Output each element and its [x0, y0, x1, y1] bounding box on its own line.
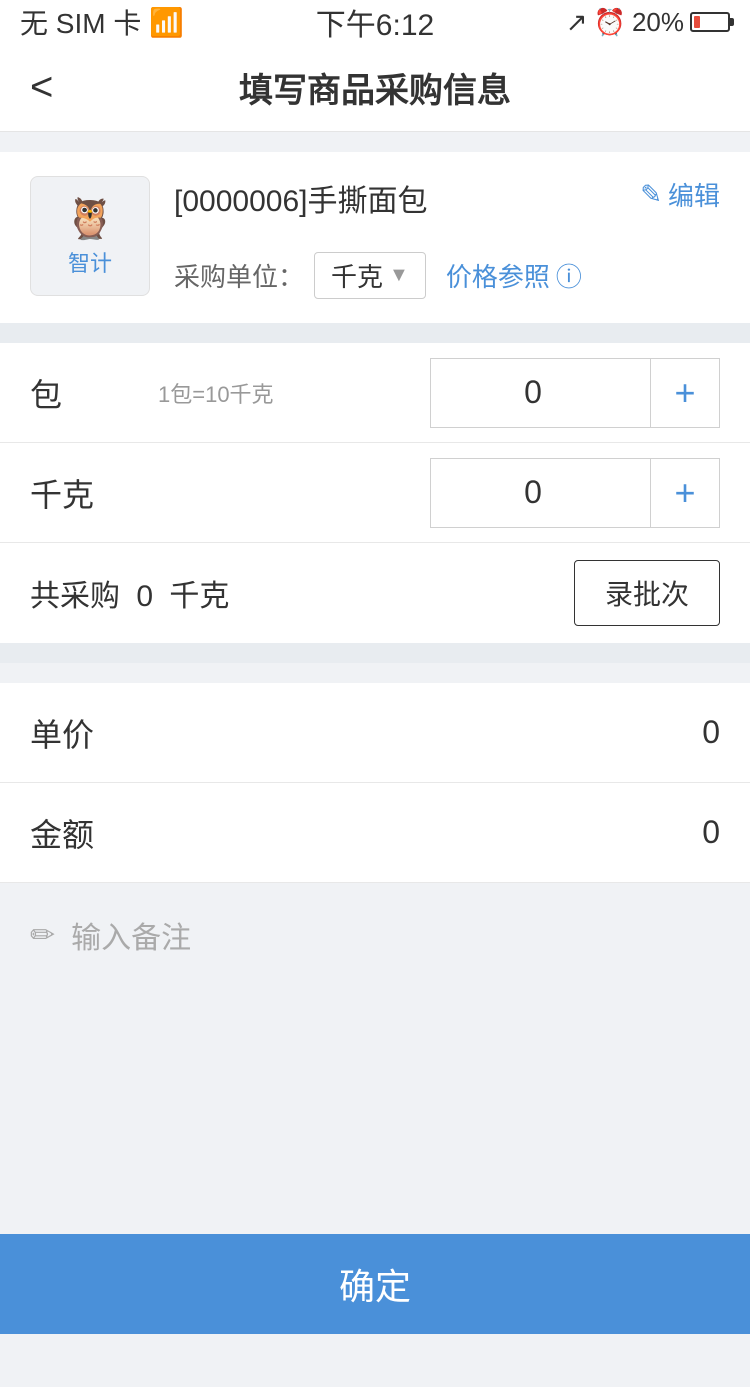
unit-selector[interactable]: 千克 ▼ — [314, 252, 426, 299]
kg-qty-wrap: + — [430, 458, 720, 528]
dropdown-arrow: ▼ — [389, 264, 409, 287]
unit-value: 千克 — [331, 257, 383, 294]
section-divider-2 — [0, 643, 750, 663]
unit-price-value: 0 — [702, 714, 720, 751]
kg-qty-input[interactable] — [430, 458, 650, 528]
edit-icon: ✎ — [640, 179, 662, 210]
notes-section[interactable]: ✏ 输入备注 — [0, 883, 750, 987]
status-left: 无 SIM 卡 📶 — [20, 2, 184, 42]
amount-value: 0 — [702, 814, 720, 851]
bag-input-row: 包 1包=10千克 + — [0, 343, 750, 443]
product-name: [0000006]手撕面包 — [174, 176, 427, 220]
unit-price-label: 单价 — [30, 710, 94, 756]
edit-button[interactable]: ✎ 编辑 — [640, 176, 720, 213]
price-ref-button[interactable]: 价格参照 ⓘ — [446, 257, 582, 294]
amount-row: 金额 0 — [0, 783, 750, 883]
alarm-icon: ⏰ — [594, 7, 626, 38]
pencil-icon: ✏ — [30, 918, 55, 953]
bag-plus-button[interactable]: + — [650, 358, 720, 428]
kg-input-row: 千克 + — [0, 443, 750, 543]
bag-sub: 1包=10千克 — [158, 377, 274, 409]
battery-percent: 20% — [632, 7, 684, 38]
quantity-section: 包 1包=10千克 + 千克 + — [0, 343, 750, 543]
status-bar: 无 SIM 卡 📶 下午6:12 ↗ ⏰ 20% — [0, 0, 750, 44]
total-row: 共采购 0 千克 录批次 — [0, 543, 750, 643]
product-info: [0000006]手撕面包 ✎ 编辑 采购单位： 千克 ▼ 价格参照 ⓘ — [174, 176, 720, 299]
wifi-icon: 📶 — [149, 6, 184, 39]
price-ref-label: 价格参照 — [446, 257, 550, 294]
status-right: ↗ ⏰ 20% — [566, 7, 730, 38]
price-section: 单价 0 金额 0 — [0, 683, 750, 883]
batch-button[interactable]: 录批次 — [574, 560, 720, 626]
bag-label: 包 — [30, 370, 150, 416]
back-button[interactable]: < — [20, 55, 63, 120]
bag-qty-input[interactable] — [430, 358, 650, 428]
owl-icon: 🦉 — [65, 195, 115, 242]
nav-bar: < 填写商品采购信息 — [0, 44, 750, 132]
section-divider-1 — [0, 323, 750, 343]
location-icon: ↗ — [566, 7, 588, 38]
total-label: 共采购 0 千克 — [30, 571, 229, 615]
bag-qty-wrap: + — [430, 358, 720, 428]
kg-label: 千克 — [30, 470, 150, 516]
unit-price-row: 单价 0 — [0, 683, 750, 783]
purchase-unit-label: 采购单位： — [174, 257, 304, 294]
page-title: 填写商品采购信息 — [239, 63, 511, 112]
info-icon: ⓘ — [556, 257, 582, 294]
notes-placeholder: 输入备注 — [71, 913, 191, 957]
product-card: 🦉 智计 [0000006]手撕面包 ✎ 编辑 采购单位： 千克 ▼ — [0, 152, 750, 323]
status-time: 下午6:12 — [316, 0, 434, 44]
sim-text: 无 SIM 卡 — [20, 2, 141, 42]
battery-fill — [694, 16, 700, 28]
kg-plus-button[interactable]: + — [650, 458, 720, 528]
total-amount: 0 — [136, 580, 153, 613]
brand-text: 智计 — [68, 246, 112, 278]
confirm-button[interactable]: 确定 — [0, 1234, 750, 1334]
product-image: 🦉 智计 — [30, 176, 150, 296]
battery-icon — [690, 12, 730, 32]
amount-label: 金额 — [30, 810, 94, 856]
product-meta: 采购单位： 千克 ▼ 价格参照 ⓘ — [174, 252, 720, 299]
purchase-unit: 采购单位： 千克 ▼ — [174, 252, 426, 299]
product-header: [0000006]手撕面包 ✎ 编辑 — [174, 176, 720, 236]
